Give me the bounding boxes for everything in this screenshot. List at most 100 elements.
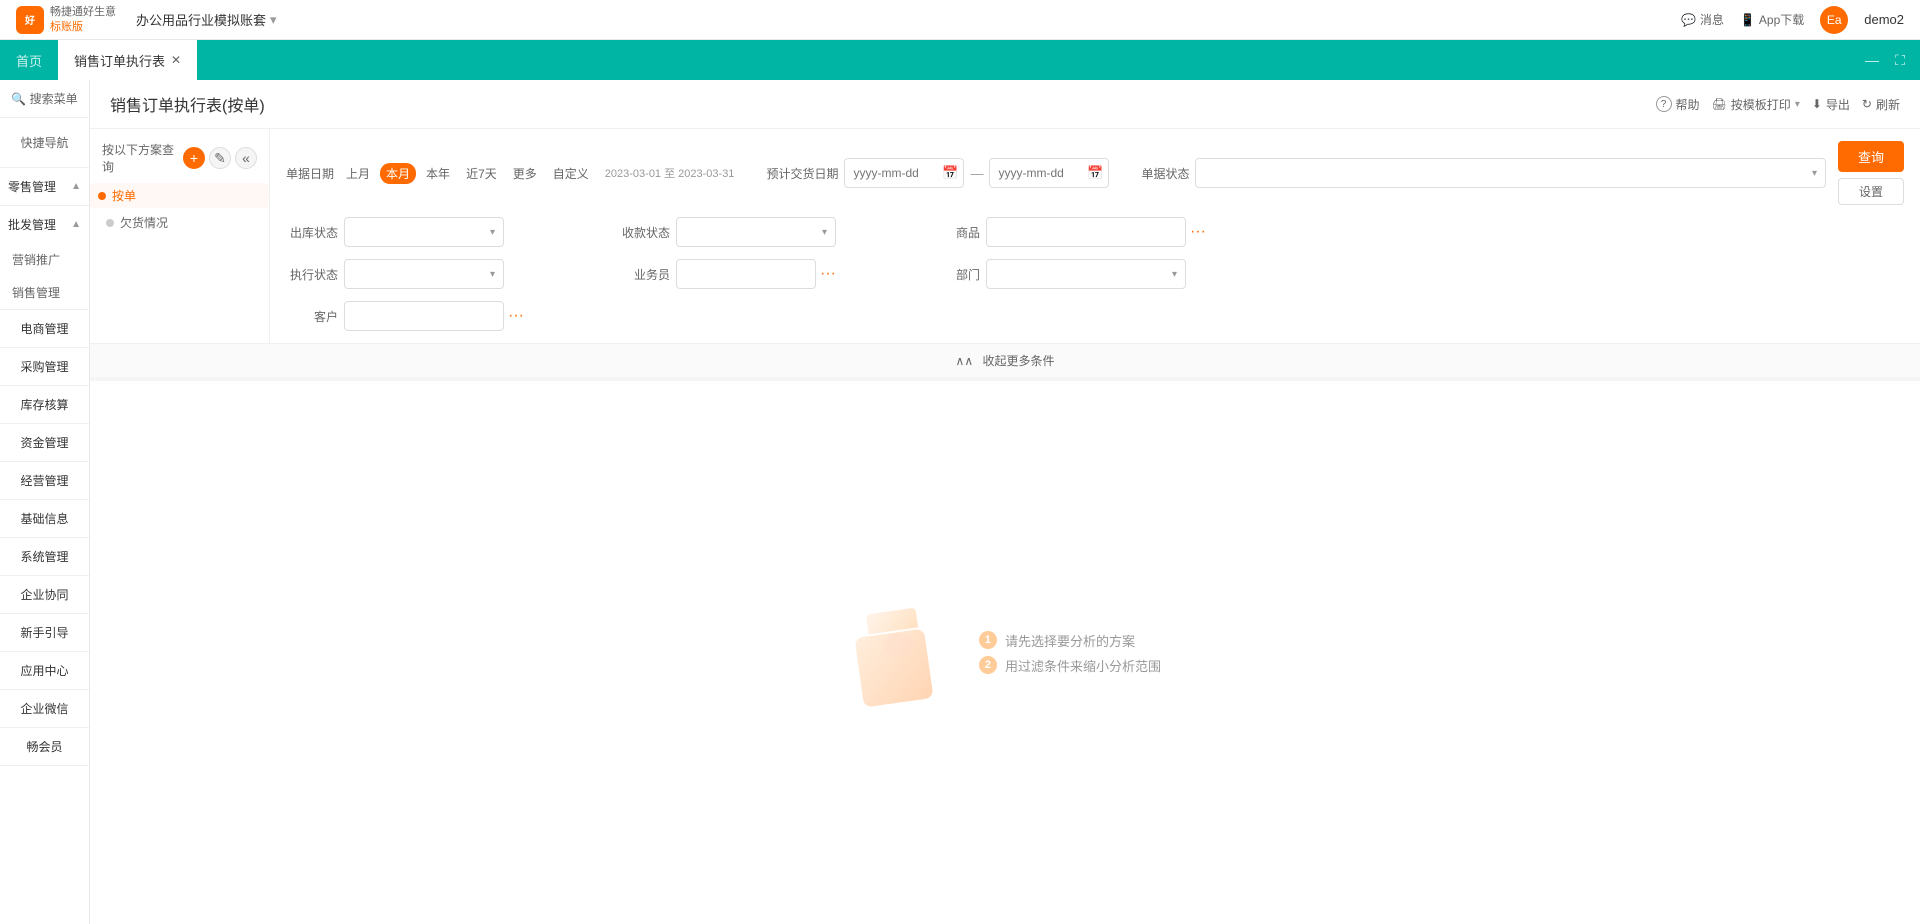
empty-line-2: 2 用过滤条件来缩小分析范围 (979, 656, 1161, 675)
shortcut-this-year[interactable]: 本年 (420, 163, 456, 184)
delivery-label: 预计交货日期 (766, 165, 838, 182)
shortcut-this-month[interactable]: 本月 (380, 163, 416, 184)
edit-scheme-button[interactable]: ✎ (209, 147, 231, 169)
dandate-label: 单据日期 (286, 165, 334, 182)
goods-dots-icon[interactable]: ··· (1190, 223, 1206, 241)
breadcrumb-chevron[interactable]: ▾ (270, 12, 277, 28)
date-separator: — (970, 166, 983, 181)
filter-delivery: 预计交货日期 📅 — 📅 (766, 158, 1109, 188)
filter-salesman: 业务员 ··· (618, 259, 898, 289)
date-range-text: 2023-03-01 至 2023-03-31 (605, 165, 735, 181)
filter-row-4: 客户 ··· (286, 301, 1904, 331)
shortcut-custom[interactable]: 自定义 (547, 163, 595, 184)
sidebar-item-quick-nav[interactable]: 快捷导航 (0, 126, 89, 159)
shortcut-more[interactable]: 更多 (507, 163, 543, 184)
out-status-select[interactable]: ▾ (344, 217, 504, 247)
export-icon: ⬇ (1812, 97, 1822, 111)
customer-label: 客户 (286, 308, 338, 325)
refresh-button[interactable]: ↻ 刷新 (1862, 96, 1900, 113)
pay-status-label: 收款状态 (618, 224, 670, 241)
filter-pay-status: 收款状态 ▾ (618, 217, 898, 247)
pay-status-select[interactable]: ▾ (676, 217, 836, 247)
sidebar-item-system[interactable]: 系统管理 (0, 538, 89, 576)
dept-select[interactable]: ▾ (986, 259, 1186, 289)
collapse-label: 收起更多条件 (982, 354, 1054, 368)
shortcut-7days[interactable]: 近7天 (460, 163, 503, 184)
sidebar-item-marketing[interactable]: 营销推广 (0, 243, 89, 276)
filter-top-row: 按以下方案查询 + ✎ « (90, 129, 1920, 343)
customer-dots-icon[interactable]: ··· (508, 307, 524, 325)
help-button[interactable]: ? 帮助 (1656, 96, 1700, 113)
tab-home[interactable]: 首页 (0, 40, 58, 80)
scheme-list: 按单 欠货情况 (90, 183, 269, 235)
empty-state-content: 1 请先选择要分析的方案 2 用过滤条件来缩小分析范围 (849, 603, 1161, 703)
export-button[interactable]: ⬇ 导出 (1812, 96, 1850, 113)
goods-input[interactable] (986, 217, 1186, 247)
filter-dandate: 单据日期 上月 本月 本年 近7天 更多 自定义 2023-03-01 至 20… (286, 163, 734, 184)
sidebar-item-app-center[interactable]: 应用中心 (0, 652, 89, 690)
tab-controls: — ⛶ (1860, 48, 1920, 72)
print-button[interactable]: 🖨 按模板打印 ▾ (1712, 96, 1800, 113)
customer-input[interactable] (344, 301, 504, 331)
customer-input-wrap: ··· (344, 301, 566, 331)
empty-text-2: 用过滤条件来缩小分析范围 (1005, 656, 1161, 675)
salesman-input[interactable] (676, 259, 816, 289)
empty-num-2: 2 (979, 656, 997, 674)
shortcut-last-month[interactable]: 上月 (340, 163, 376, 184)
bill-status-select[interactable]: ▾ (1195, 158, 1826, 188)
sidebar-item-basic-info[interactable]: 基础信息 (0, 500, 89, 538)
sidebar-search[interactable]: 🔍 搜索菜单 (0, 80, 89, 118)
tab-minimize-button[interactable]: — (1860, 48, 1884, 72)
logo-area: 好 畅捷通好生意 标账版 (16, 5, 116, 34)
add-scheme-button[interactable]: + (183, 147, 205, 169)
wholesale-arrow-icon: ▲ (71, 219, 81, 230)
pay-status-chevron: ▾ (822, 227, 827, 238)
sidebar-item-inventory[interactable]: 库存核算 (0, 386, 89, 424)
delivery-from-wrap: 📅 (844, 158, 964, 188)
salesman-label: 业务员 (618, 266, 670, 283)
scheme-item-qiankuang[interactable]: 欠货情况 (90, 210, 269, 235)
print-icon: 🖨 (1712, 97, 1727, 111)
sidebar-item-enterprise[interactable]: 企业协同 (0, 576, 89, 614)
help-icon: ? (1656, 96, 1672, 112)
sidebar-retail-header[interactable]: 零售管理 ▲ (0, 168, 89, 205)
exec-status-select[interactable]: ▾ (344, 259, 504, 289)
empty-illustration (849, 603, 949, 703)
collapse-bar[interactable]: ∧∧ 收起更多条件 (90, 343, 1920, 377)
tab-maximize-button[interactable]: ⛶ (1888, 48, 1912, 72)
scheme-item-anidan[interactable]: 按单 (90, 183, 269, 208)
message-button[interactable]: 💬 消息 (1681, 11, 1724, 28)
sidebar-item-purchase[interactable]: 采购管理 (0, 348, 89, 386)
query-button[interactable]: 查询 (1838, 141, 1904, 172)
app-download-button[interactable]: 📱 App下载 (1740, 11, 1804, 28)
salesman-dots-icon[interactable]: ··· (820, 265, 836, 283)
exec-status-label: 执行状态 (286, 266, 338, 283)
sidebar-item-newbie[interactable]: 新手引导 (0, 614, 89, 652)
page-actions: ? 帮助 🖨 按模板打印 ▾ ⬇ 导出 ↻ 刷新 (1656, 96, 1900, 113)
tab-sales-table[interactable]: 销售订单执行表 ✕ (58, 40, 197, 80)
date-shortcuts: 上月 本月 本年 近7天 更多 自定义 (340, 163, 595, 184)
sidebar-wholesale-header[interactable]: 批发管理 ▲ (0, 206, 89, 243)
collapse-scheme-button[interactable]: « (235, 147, 257, 169)
sidebar-item-sales[interactable]: 销售管理 (0, 276, 89, 309)
breadcrumb: 办公用品行业模拟账套 ▾ (136, 10, 277, 29)
exec-status-chevron: ▾ (490, 269, 495, 280)
sidebar-item-wechat[interactable]: 企业微信 (0, 690, 89, 728)
sidebar-item-finance[interactable]: 资金管理 (0, 424, 89, 462)
filter-fields: 单据日期 上月 本月 本年 近7天 更多 自定义 2023-03-01 至 20… (270, 129, 1920, 343)
exec-status-select-wrap: ▾ (344, 259, 566, 289)
goods-label: 商品 (950, 224, 980, 241)
filter-dept: 部门 ▾ (950, 259, 1904, 289)
avatar[interactable]: Ea (1820, 6, 1848, 34)
scheme-panel: 按以下方案查询 + ✎ « (90, 129, 270, 343)
sidebar-item-member[interactable]: 畅会员 (0, 728, 89, 766)
tab-close-icon[interactable]: ✕ (171, 53, 181, 67)
filter-panel: 按以下方案查询 + ✎ « (90, 129, 1920, 377)
scheme-dot-icon (98, 192, 106, 200)
filter-goods: 商品 ··· (950, 217, 1904, 247)
settings-button[interactable]: 设置 (1838, 178, 1904, 205)
content-area: 销售订单执行表(按单) ? 帮助 🖨 按模板打印 ▾ ⬇ 导出 ↻ 刷新 (90, 80, 1920, 924)
empty-lines: 1 请先选择要分析的方案 2 用过滤条件来缩小分析范围 (979, 631, 1161, 675)
sidebar-item-operations[interactable]: 经营管理 (0, 462, 89, 500)
sidebar-item-ecommerce[interactable]: 电商管理 (0, 310, 89, 348)
